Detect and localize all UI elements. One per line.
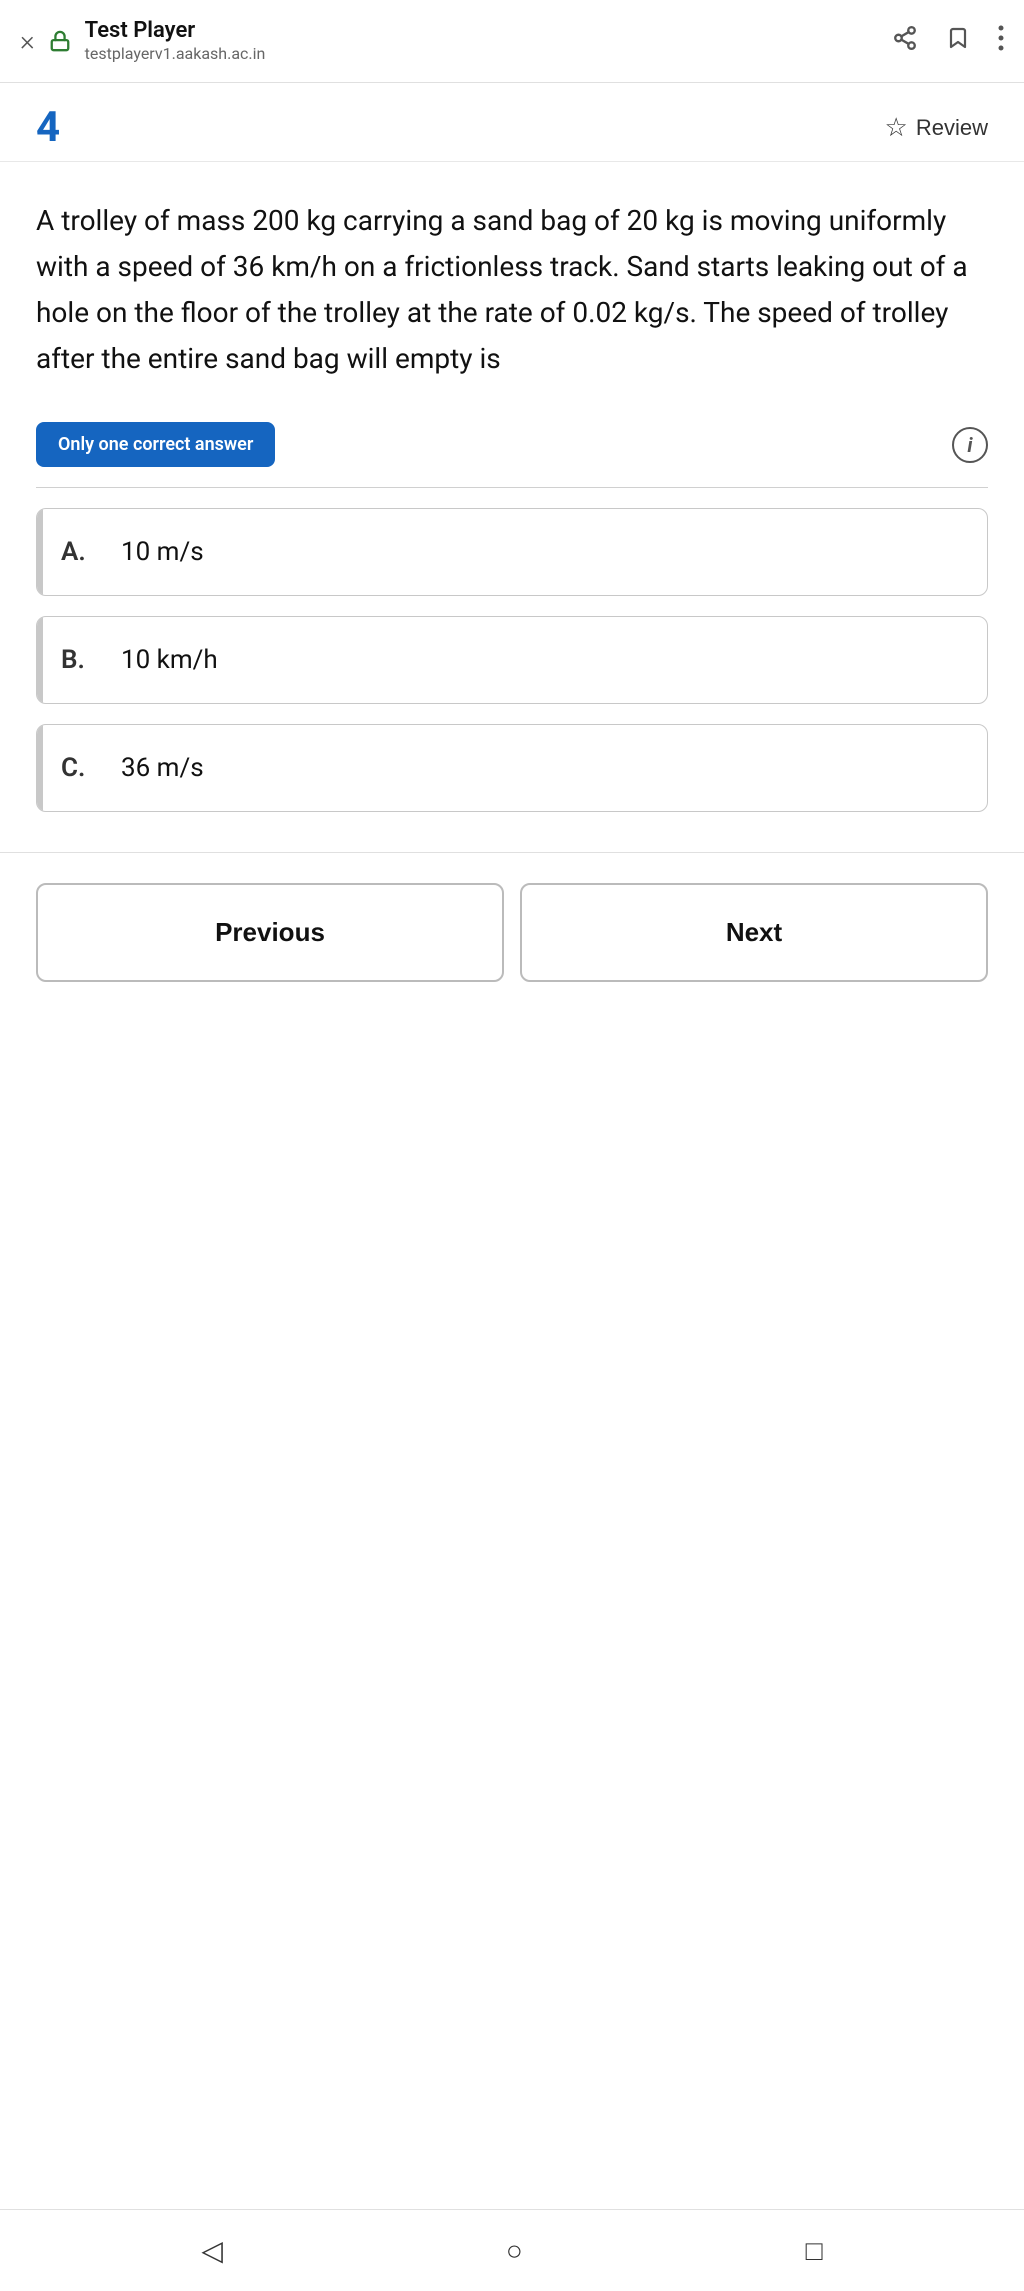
lock-icon xyxy=(49,30,71,52)
browser-left: × Test Player testplayerv1.aakash.ac.in xyxy=(20,18,876,64)
answer-type-section: Only one correct answer i xyxy=(0,402,1024,487)
more-options-icon[interactable] xyxy=(998,25,1004,57)
review-label: Review xyxy=(916,115,988,141)
question-body: A trolley of mass 200 kg carrying a sand… xyxy=(0,162,1024,403)
next-button[interactable]: Next xyxy=(520,883,988,982)
spacer xyxy=(0,1012,1024,1132)
option-a-text: 10 m/s xyxy=(121,537,204,567)
browser-title-group: Test Player testplayerv1.aakash.ac.in xyxy=(85,18,266,64)
close-button[interactable]: × xyxy=(20,27,35,55)
option-c-label: C. xyxy=(61,753,101,783)
android-nav-bar: ◁ ○ □ xyxy=(0,2209,1024,2291)
options-section: A. 10 m/s B. 10 km/h C. 36 m/s xyxy=(0,488,1024,832)
previous-button[interactable]: Previous xyxy=(36,883,504,982)
option-c-text: 36 m/s xyxy=(121,753,204,783)
home-nav-icon[interactable]: ○ xyxy=(506,2234,523,2267)
browser-title: Test Player xyxy=(85,18,266,44)
browser-chrome: × Test Player testplayerv1.aakash.ac.in xyxy=(0,0,1024,83)
answer-type-badge: Only one correct answer xyxy=(36,422,275,467)
recents-nav-icon[interactable]: □ xyxy=(806,2234,823,2267)
nav-buttons: Previous Next xyxy=(0,852,1024,1012)
question-number: 4 xyxy=(36,107,60,149)
option-c[interactable]: C. 36 m/s xyxy=(36,724,988,812)
browser-right xyxy=(892,25,1004,57)
option-b-label: B. xyxy=(61,645,101,675)
bookmark-icon[interactable] xyxy=(946,25,970,57)
share-icon[interactable] xyxy=(892,25,918,57)
option-a[interactable]: A. 10 m/s xyxy=(36,508,988,596)
option-b[interactable]: B. 10 km/h xyxy=(36,616,988,704)
star-icon: ☆ xyxy=(885,112,908,143)
review-button[interactable]: ☆ Review xyxy=(885,112,988,143)
info-icon[interactable]: i xyxy=(952,427,988,463)
browser-url: testplayerv1.aakash.ac.in xyxy=(85,44,266,63)
option-b-text: 10 km/h xyxy=(121,645,218,675)
option-a-label: A. xyxy=(61,537,101,567)
back-nav-icon[interactable]: ◁ xyxy=(201,2234,223,2267)
question-header: 4 ☆ Review xyxy=(0,83,1024,162)
question-text: A trolley of mass 200 kg carrying a sand… xyxy=(36,198,988,383)
